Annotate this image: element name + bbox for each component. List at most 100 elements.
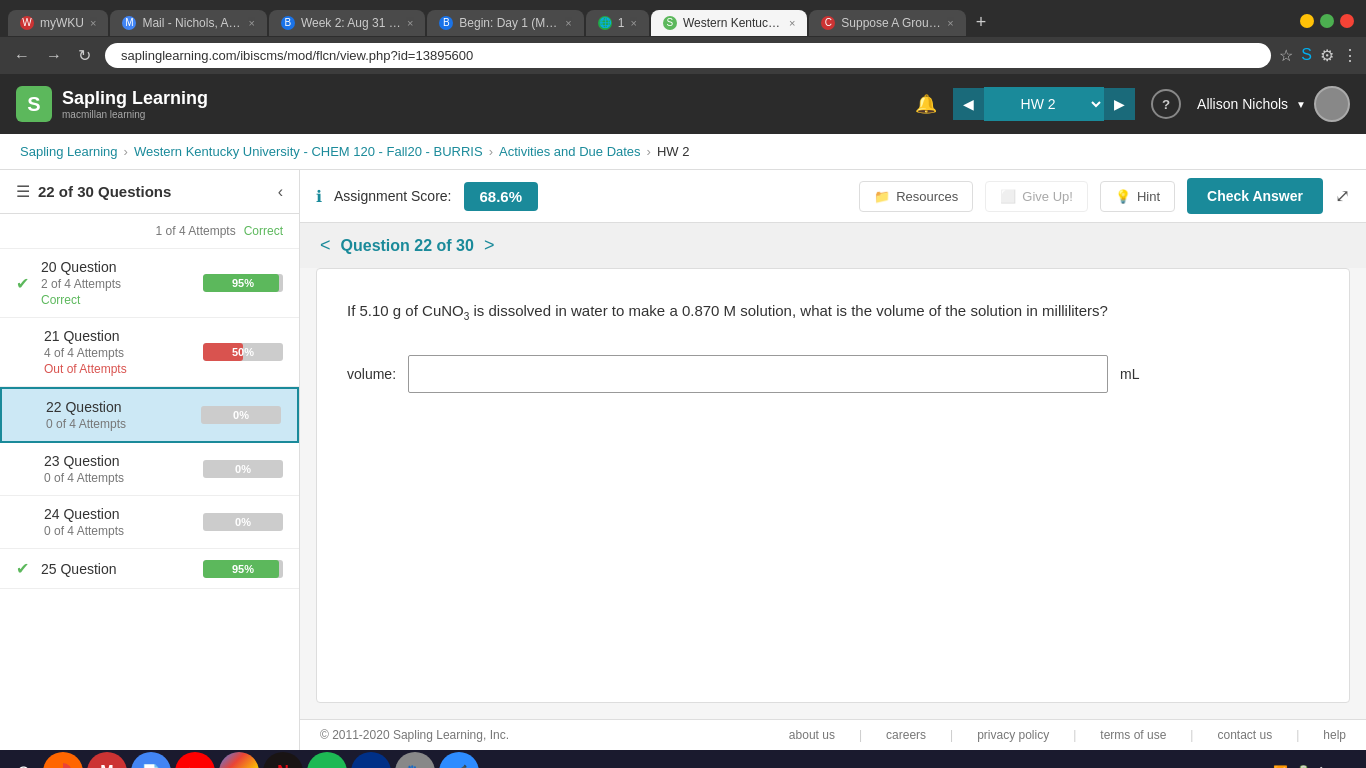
forward-button[interactable]: →	[40, 44, 68, 67]
reload-button[interactable]: ↻	[72, 44, 97, 67]
hint-button[interactable]: 💡 Hint	[1100, 181, 1175, 212]
question-item-24[interactable]: 24 Question 0 of 4 Attempts 0%	[0, 496, 299, 549]
tab-begin[interactable]: B Begin: Day 1 (Mon... ×	[427, 10, 583, 36]
check-icon-25: ✔	[16, 559, 29, 578]
terms-of-use-link[interactable]: terms of use	[1100, 728, 1166, 742]
back-button[interactable]: ←	[8, 44, 36, 67]
app-title: Sapling Learning	[62, 88, 208, 109]
taskbar-google-play[interactable]: ▶	[219, 752, 259, 768]
info-icon: ℹ	[316, 187, 322, 206]
tab-wku[interactable]: 🌐 1 ×	[586, 10, 649, 36]
privacy-policy-link[interactable]: privacy policy	[977, 728, 1049, 742]
hw-next-button[interactable]: ▶	[1104, 88, 1135, 120]
logo-icon: S	[16, 86, 52, 122]
close-icon[interactable]: ×	[565, 17, 571, 29]
question-prev-button[interactable]: <	[320, 235, 331, 256]
question-22-attempts: 0 of 4 Attempts	[46, 417, 189, 431]
tab-suppose[interactable]: C Suppose A Group C... ×	[809, 10, 965, 36]
resources-button[interactable]: 📁 Resources	[859, 181, 973, 212]
breadcrumb-sep-1: ›	[124, 144, 128, 159]
question-24-attempts: 0 of 4 Attempts	[44, 524, 191, 538]
question-23-attempts: 0 of 4 Attempts	[44, 471, 191, 485]
taskbar-chrome[interactable]	[43, 752, 83, 768]
fullscreen-button[interactable]: ⤢	[1335, 185, 1350, 207]
sidebar-header: ☰ 22 of 30 Questions ‹	[0, 170, 299, 214]
close-icon[interactable]: ×	[947, 17, 953, 29]
question-20-label: 20 Question	[41, 259, 191, 275]
taskbar-disney[interactable]: D+	[351, 752, 391, 768]
page-footer: © 2011-2020 Sapling Learning, Inc. about…	[300, 719, 1366, 750]
question-item-22[interactable]: 22 Question 0 of 4 Attempts 0%	[0, 387, 299, 443]
user-name: Allison Nichols	[1197, 96, 1288, 112]
breadcrumb-sapling[interactable]: Sapling Learning	[20, 144, 118, 159]
hw-prev-button[interactable]: ◀	[953, 88, 984, 120]
close-icon[interactable]: ×	[407, 17, 413, 29]
breadcrumb-activities[interactable]: Activities and Due Dates	[499, 144, 641, 159]
question-22-progress: 0%	[201, 406, 281, 424]
browser-chrome: W myWKU × M Mail - Nichols, Alli... × B …	[0, 0, 1366, 74]
address-bar[interactable]	[105, 43, 1271, 68]
star-icon[interactable]: ☆	[1279, 46, 1293, 65]
question-item-23[interactable]: 23 Question 0 of 4 Attempts 0%	[0, 443, 299, 496]
skype-icon[interactable]: S	[1301, 46, 1312, 65]
sidebar-collapse-button[interactable]: ‹	[278, 183, 283, 201]
give-up-button[interactable]: ⬜ Give Up!	[985, 181, 1088, 212]
breadcrumb-sep-2: ›	[489, 144, 493, 159]
question-20-progress: 95%	[203, 274, 283, 292]
tab-mywku[interactable]: W myWKU ×	[8, 10, 108, 36]
taskbar-gmail[interactable]: M	[87, 752, 127, 768]
close-icon[interactable]: ×	[90, 17, 96, 29]
taskbar-unknown[interactable]: 🐾	[395, 752, 435, 768]
help-link[interactable]: help	[1323, 728, 1346, 742]
question-item-20[interactable]: ✔ 20 Question 2 of 4 Attempts Correct 95…	[0, 249, 299, 318]
question-text: If 5.10 g of CuNO3 is dissolved in water…	[347, 299, 1319, 325]
question-22-label: 22 Question	[46, 399, 189, 415]
tab-sapling[interactable]: S Western Kentucky... ×	[651, 10, 807, 36]
help-button[interactable]: ?	[1151, 89, 1181, 119]
close-icon[interactable]: ×	[630, 17, 636, 29]
question-20-status: Correct	[41, 293, 191, 307]
window-close[interactable]	[1340, 14, 1354, 28]
question-card: If 5.10 g of CuNO3 is dissolved in water…	[316, 268, 1350, 703]
close-icon[interactable]: ×	[248, 17, 254, 29]
tab-week2[interactable]: B Week 2: Aug 31 - S... ×	[269, 10, 425, 36]
question-21-label: 21 Question	[44, 328, 191, 344]
list-icon: ☰	[16, 182, 30, 201]
answer-input[interactable]	[408, 355, 1108, 393]
answer-row: volume: mL	[347, 355, 1319, 393]
extensions-icon[interactable]: ⚙	[1320, 46, 1334, 65]
new-tab-button[interactable]: +	[968, 8, 995, 37]
sidebar-body: 1 of 4 Attempts Correct ✔ 20 Question 2 …	[0, 214, 299, 750]
app-header: S Sapling Learning macmillan learning 🔔 …	[0, 74, 1366, 134]
taskbar-spotify[interactable]: ♪	[307, 752, 347, 768]
hw-dropdown[interactable]: HW 2	[984, 87, 1104, 121]
notification-bell[interactable]: 🔔	[915, 93, 937, 115]
window-minimize[interactable]	[1300, 14, 1314, 28]
taskbar-info: 📶 🔋 ℹ 3:20	[1273, 765, 1358, 769]
taskbar-docs[interactable]: 📄	[131, 752, 171, 768]
breadcrumb-wku[interactable]: Western Kentucky University - CHEM 120 -…	[134, 144, 483, 159]
close-icon[interactable]: ×	[789, 17, 795, 29]
taskbar-youtube[interactable]: ▶	[175, 752, 215, 768]
tab-mail[interactable]: M Mail - Nichols, Alli... ×	[110, 10, 266, 36]
question-21-progress: 50%	[203, 343, 283, 361]
menu-icon[interactable]: ⋮	[1342, 46, 1358, 65]
question-item-25[interactable]: ✔ 25 Question 95%	[0, 549, 299, 589]
check-answer-button[interactable]: Check Answer	[1187, 178, 1323, 214]
window-maximize[interactable]	[1320, 14, 1334, 28]
contact-us-link[interactable]: contact us	[1217, 728, 1272, 742]
toolbar: ℹ Assignment Score: 68.6% 📁 Resources ⬜ …	[300, 170, 1366, 223]
hw-navigation: ◀ HW 2 ▶	[953, 87, 1135, 121]
question-23-label: 23 Question	[44, 453, 191, 469]
taskbar-netflix[interactable]: N	[263, 752, 303, 768]
user-menu[interactable]: Allison Nichols ▼	[1197, 86, 1350, 122]
right-panel: ℹ Assignment Score: 68.6% 📁 Resources ⬜ …	[300, 170, 1366, 750]
sidebar: ☰ 22 of 30 Questions ‹ 1 of 4 Attempts C…	[0, 170, 300, 750]
taskbar-zoom[interactable]: 📹	[439, 752, 479, 768]
question-item-21[interactable]: 21 Question 4 of 4 Attempts Out of Attem…	[0, 318, 299, 387]
breadcrumb: Sapling Learning › Western Kentucky Univ…	[0, 134, 1366, 170]
taskbar-system-button[interactable]: ⊙	[8, 757, 39, 768]
question-next-button[interactable]: >	[484, 235, 495, 256]
about-us-link[interactable]: about us	[789, 728, 835, 742]
careers-link[interactable]: careers	[886, 728, 926, 742]
